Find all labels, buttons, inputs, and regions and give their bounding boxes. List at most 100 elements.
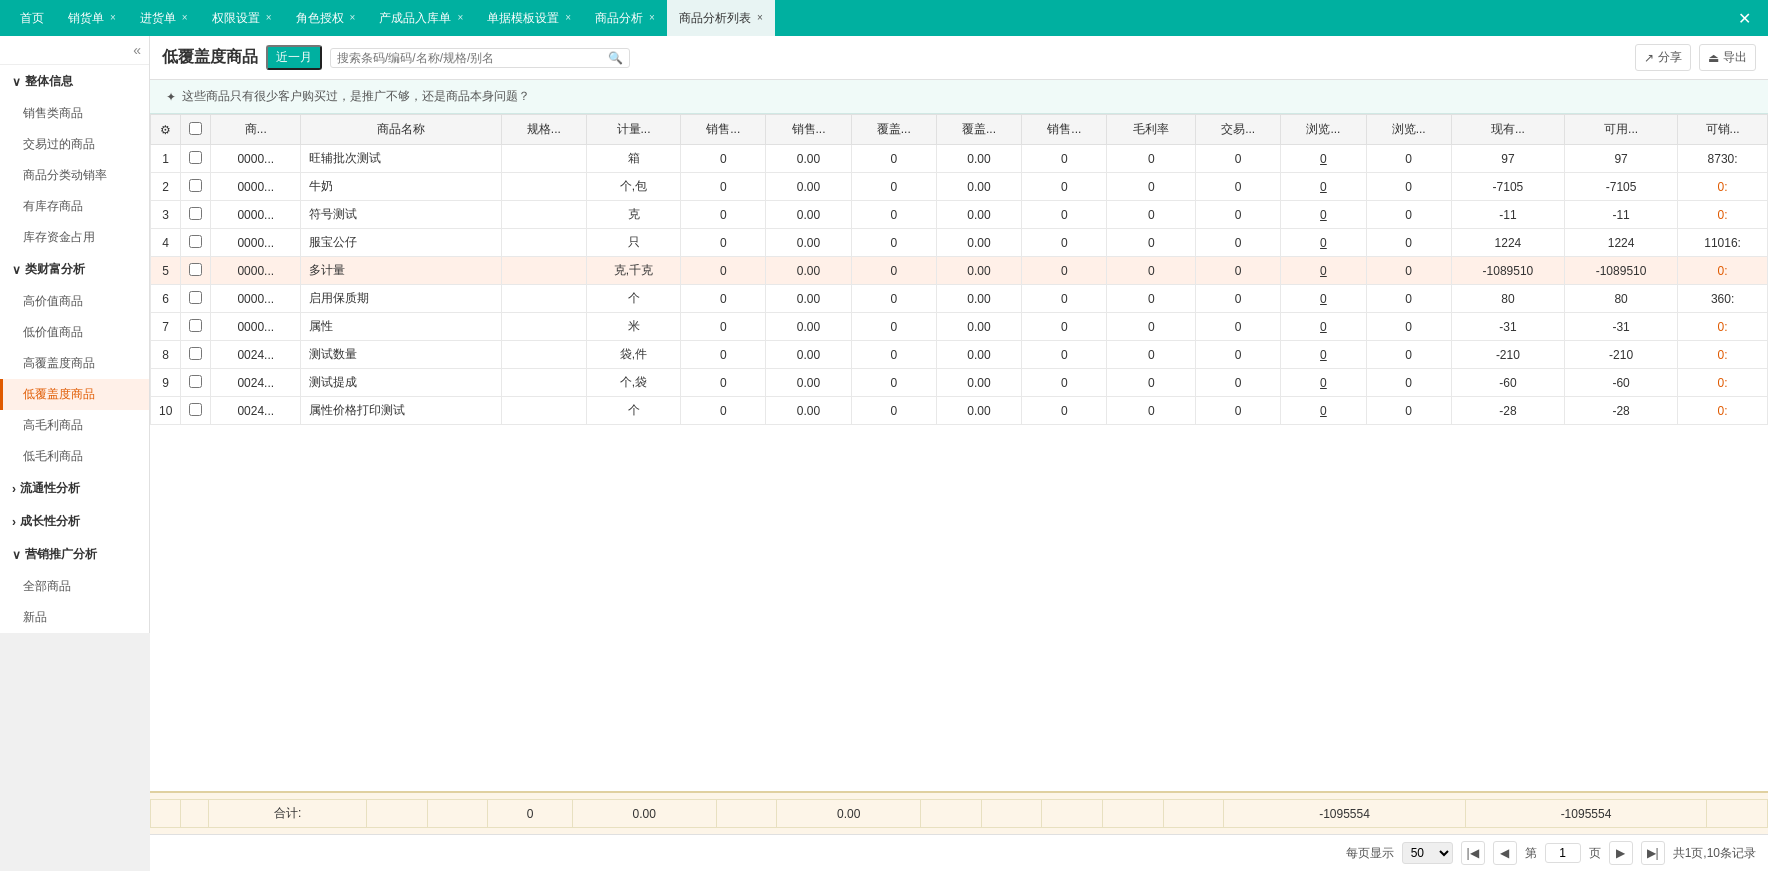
row-browse1[interactable]: 0 [1281,285,1366,313]
sidebar-item-category-rate[interactable]: 商品分类动销率 [0,160,149,191]
row-checkbox[interactable] [181,173,211,201]
export-btn[interactable]: ⏏ 导出 [1699,44,1756,71]
last-page-btn[interactable]: ▶| [1641,841,1665,865]
nav-close-product-list[interactable]: × [757,0,763,36]
sidebar-section-wealth[interactable]: ∨ 类财富分析 [0,253,149,286]
sidebar-section-overall[interactable]: ∨ 整体信息 [0,65,149,98]
row-browse1[interactable]: 0 [1281,257,1366,285]
next-page-btn[interactable]: ▶ [1609,841,1633,865]
nav-sales-order[interactable]: 销货单 × [56,0,128,36]
date-filter-btn[interactable]: 近一月 [266,45,322,70]
col-sales-amt[interactable]: 销售... [766,115,851,145]
sidebar-item-in-stock[interactable]: 有库存商品 [0,191,149,222]
row-checkbox[interactable] [181,369,211,397]
nav-close-purchase[interactable]: × [182,0,188,36]
row-unit: 米 [586,313,680,341]
col-current[interactable]: 现有... [1451,115,1564,145]
table-row: 3 0000... 符号测试 克 0 0.00 0 0.00 0 0 0 0 0… [151,201,1768,229]
row-checkbox[interactable] [181,397,211,425]
sidebar-item-all-goods[interactable]: 全部商品 [0,571,149,602]
col-cover1[interactable]: 覆盖... [851,115,936,145]
nav-close-finished-goods[interactable]: × [457,0,463,36]
row-checkbox[interactable] [181,313,211,341]
col-code[interactable]: 商... [211,115,301,145]
col-margin-rate[interactable]: 毛利率 [1107,115,1196,145]
col-sellable[interactable]: 可销... [1678,115,1768,145]
nav-close-role-auth[interactable]: × [350,0,356,36]
window-close-button[interactable]: ✕ [1728,2,1760,34]
row-code: 0024... [211,369,301,397]
sidebar-item-low-margin[interactable]: 低毛利商品 [0,441,149,472]
col-browse2[interactable]: 浏览... [1366,115,1451,145]
row-current: -210 [1451,341,1564,369]
sidebar-item-low-value[interactable]: 低价值商品 [0,317,149,348]
row-checkbox[interactable] [181,285,211,313]
col-sales2[interactable]: 销售... [1022,115,1107,145]
nav-close-permissions[interactable]: × [266,0,272,36]
totals-label: 合计: [274,806,301,820]
search-icon[interactable]: 🔍 [608,51,623,65]
col-checkbox[interactable] [181,115,211,145]
row-browse1[interactable]: 0 [1281,397,1366,425]
sidebar-item-high-value[interactable]: 高价值商品 [0,286,149,317]
page-number-input[interactable] [1545,843,1581,863]
row-browse1[interactable]: 0 [1281,173,1366,201]
sidebar-section-liquidity[interactable]: › 流通性分析 [0,472,149,505]
row-checkbox[interactable] [181,229,211,257]
nav-role-auth[interactable]: 角色授权 × [284,0,368,36]
sidebar-item-high-coverage[interactable]: 高覆盖度商品 [0,348,149,379]
col-settings[interactable]: ⚙ [151,115,181,145]
table-header-row: ⚙ 商... 商品名称 规格... 计量... 销售... 销售... 覆盖..… [151,115,1768,145]
row-browse1[interactable]: 0 [1281,201,1366,229]
sidebar-item-low-coverage[interactable]: 低覆盖度商品 [0,379,149,410]
sidebar-section-marketing[interactable]: ∨ 营销推广分析 [0,538,149,571]
sidebar-item-traded-goods[interactable]: 交易过的商品 [0,129,149,160]
row-spec [501,397,586,425]
sidebar-item-capital[interactable]: 库存资金占用 [0,222,149,253]
sidebar-item-new-goods[interactable]: 新品 [0,602,149,633]
row-unit: 箱 [586,145,680,173]
row-browse1[interactable]: 0 [1281,341,1366,369]
row-checkbox[interactable] [181,341,211,369]
nav-product-analysis[interactable]: 商品分析 × [583,0,667,36]
col-cover2[interactable]: 覆盖... [936,115,1021,145]
prev-page-btn[interactable]: ◀ [1493,841,1517,865]
nav-purchase-order[interactable]: 进货单 × [128,0,200,36]
row-browse1[interactable]: 0 [1281,229,1366,257]
banner-icon: ✦ [166,90,176,104]
nav-product-analysis-list[interactable]: 商品分析列表 × [667,0,775,36]
row-checkbox[interactable] [181,145,211,173]
row-browse1[interactable]: 0 [1281,313,1366,341]
row-checkbox[interactable] [181,257,211,285]
sidebar-item-sales-goods[interactable]: 销售类商品 [0,98,149,129]
col-name[interactable]: 商品名称 [301,115,502,145]
first-page-btn[interactable]: |◀ [1461,841,1485,865]
col-sales-qty[interactable]: 销售... [681,115,766,145]
nav-home[interactable]: 首页 [8,0,56,36]
row-browse1[interactable]: 0 [1281,145,1366,173]
row-current: -1089510 [1451,257,1564,285]
col-browse1[interactable]: 浏览... [1281,115,1366,145]
share-btn[interactable]: ↗ 分享 [1635,44,1691,71]
per-page-select[interactable]: 50 100 200 [1402,842,1453,864]
sidebar-section-growth[interactable]: › 成长性分析 [0,505,149,538]
search-input[interactable] [337,51,604,65]
col-trade[interactable]: 交易... [1196,115,1281,145]
row-cover1: 0 [851,257,936,285]
section4-expand-icon: › [12,515,16,529]
row-checkbox[interactable] [181,201,211,229]
row-browse1[interactable]: 0 [1281,369,1366,397]
sidebar-item-high-margin[interactable]: 高毛利商品 [0,410,149,441]
nav-template-settings[interactable]: 单据模板设置 × [475,0,583,36]
col-spec[interactable]: 规格... [501,115,586,145]
nav-close-product-analysis[interactable]: × [649,0,655,36]
col-unit[interactable]: 计量... [586,115,680,145]
sidebar-collapse-btn[interactable]: « [133,42,141,58]
nav-permissions[interactable]: 权限设置 × [200,0,284,36]
row-sales-qty: 0 [681,201,766,229]
nav-close-sales-order[interactable]: × [110,0,116,36]
col-available[interactable]: 可用... [1564,115,1677,145]
nav-finished-goods[interactable]: 产成品入库单 × [367,0,475,36]
nav-close-template[interactable]: × [565,0,571,36]
select-all-checkbox[interactable] [189,122,202,135]
